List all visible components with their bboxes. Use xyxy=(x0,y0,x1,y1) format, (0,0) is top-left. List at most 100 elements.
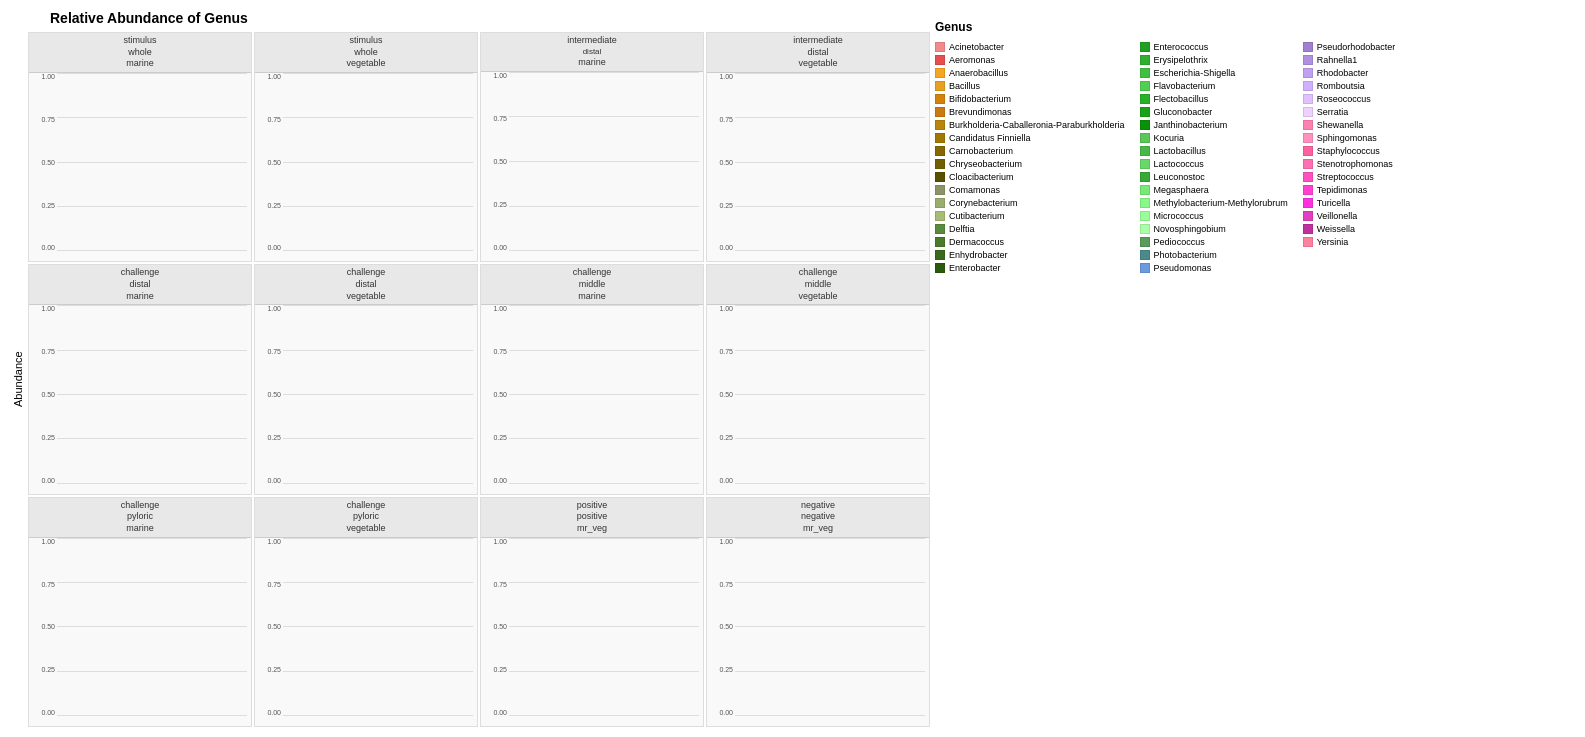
legend-label: Corynebacterium xyxy=(949,198,1018,208)
legend-item: Turicella xyxy=(1303,198,1443,208)
legend-label: Weissella xyxy=(1317,224,1355,234)
legend-swatch xyxy=(1303,120,1313,130)
legend-item: Burkholderia-Caballeronia-Paraburkholder… xyxy=(935,120,1125,130)
legend-label: Enterobacter xyxy=(949,263,1001,273)
legend-label: Delftia xyxy=(949,224,975,234)
legend-swatch xyxy=(935,133,945,143)
legend-swatch xyxy=(1140,120,1150,130)
legend-item: Rahnella1 xyxy=(1303,55,1443,65)
legend-swatch xyxy=(1140,81,1150,91)
legend-label: Flectobacillus xyxy=(1154,94,1209,104)
bar-chart-r3c3: 1.000.750.500.250.00 xyxy=(481,538,703,726)
legend-item: Anaerobacillus xyxy=(935,68,1125,78)
legend-swatch xyxy=(935,224,945,234)
legend-item: Kocuria xyxy=(1140,133,1288,143)
legend-swatch xyxy=(1303,211,1313,221)
bars-r1c1 xyxy=(57,75,247,251)
legend-item: Stenotrophomonas xyxy=(1303,159,1443,169)
legend-item: Delftia xyxy=(935,224,1125,234)
legend-label: Chryseobacterium xyxy=(949,159,1022,169)
legend-columns: AcinetobacterAeromonasAnaerobacillusBaci… xyxy=(935,42,1570,273)
legend-col-2: EnterococcusErysipelothrixEscherichia-Sh… xyxy=(1140,42,1288,273)
legend-swatch xyxy=(935,94,945,104)
legend-item: Dermacoccus xyxy=(935,237,1125,247)
legend-label: Gluconobacter xyxy=(1154,107,1213,117)
legend-item: Enterococcus xyxy=(1140,42,1288,52)
legend-item: Flectobacillus xyxy=(1140,94,1288,104)
legend-swatch xyxy=(1140,250,1150,260)
legend-label: Methylobacterium-Methylorubrum xyxy=(1154,198,1288,208)
panel-header-r1c2: stimulus whole vegetable xyxy=(255,33,477,73)
legend-label: Bifidobacterium xyxy=(949,94,1011,104)
legend-swatch xyxy=(1303,146,1313,156)
legend-label: Tepidimonas xyxy=(1317,185,1368,195)
legend-swatch xyxy=(935,107,945,117)
panel-r3c3: positive positive mr_veg 1.000.750.500.2… xyxy=(480,497,704,727)
legend-label: Anaerobacillus xyxy=(949,68,1008,78)
legend-label: Enhydrobacter xyxy=(949,250,1008,260)
legend-swatch xyxy=(935,42,945,52)
legend-label: Burkholderia-Caballeronia-Paraburkholder… xyxy=(949,120,1125,130)
legend-item: Novosphingobium xyxy=(1140,224,1288,234)
legend-label: Cloacibacterium xyxy=(949,172,1014,182)
legend-swatch xyxy=(1303,107,1313,117)
legend-swatch xyxy=(935,237,945,247)
bar-chart-r1c3: 1.000.750.500.250.00 xyxy=(481,72,703,262)
panel-r1c2: stimulus whole vegetable 1.000.750.500.2… xyxy=(254,32,478,262)
legend-swatch xyxy=(1303,185,1313,195)
legend-label: Lactococcus xyxy=(1154,159,1204,169)
legend-item: Bifidobacterium xyxy=(935,94,1125,104)
legend-swatch xyxy=(1303,94,1313,104)
legend-swatch xyxy=(1303,172,1313,182)
panel-r3c1: challenge pyloric marine 1.000.750.500.2… xyxy=(28,497,252,727)
legend-label: Bacillus xyxy=(949,81,980,91)
legend-swatch xyxy=(1303,237,1313,247)
legend-label: Veillonella xyxy=(1317,211,1358,221)
legend-label: Dermacoccus xyxy=(949,237,1004,247)
legend-item: Serratia xyxy=(1303,107,1443,117)
chart-area: Relative Abundance of Genus Abundance st… xyxy=(10,10,930,727)
legend-swatch xyxy=(1303,198,1313,208)
panel-header-r1c1: stimulus whole marine xyxy=(29,33,251,73)
panel-r1c3: intermediate distal marine 1.000.750.500… xyxy=(480,32,704,262)
legend-swatch xyxy=(935,146,945,156)
legend-item: Pediococcus xyxy=(1140,237,1288,247)
legend-item: Lactococcus xyxy=(1140,159,1288,169)
legend-label: Brevundimonas xyxy=(949,107,1012,117)
legend-swatch xyxy=(1140,172,1150,182)
chart-title: Relative Abundance of Genus xyxy=(10,10,930,26)
main-container: Relative Abundance of Genus Abundance st… xyxy=(0,0,1585,737)
panel-header-r1c3: intermediate distal marine xyxy=(481,33,703,72)
legend-label: Acinetobacter xyxy=(949,42,1004,52)
legend-swatch xyxy=(1303,68,1313,78)
legend-item: Sphingomonas xyxy=(1303,133,1443,143)
legend-swatch xyxy=(1303,81,1313,91)
legend-swatch xyxy=(1140,159,1150,169)
legend-label: Yersinia xyxy=(1317,237,1349,247)
legend-swatch xyxy=(1303,133,1313,143)
legend-item: Flavobacterium xyxy=(1140,81,1288,91)
legend-swatch xyxy=(1303,55,1313,65)
legend-item: Cloacibacterium xyxy=(935,172,1125,182)
legend-label: Cutibacterium xyxy=(949,211,1005,221)
legend-swatch xyxy=(1140,133,1150,143)
legend-item: Methylobacterium-Methylorubrum xyxy=(1140,198,1288,208)
panel-header-r2c1: challenge distal marine xyxy=(29,265,251,305)
bar-chart-r2c4: 1.000.750.500.250.00 xyxy=(707,305,929,493)
legend-label: Candidatus Finniella xyxy=(949,133,1031,143)
legend-label: Romboutsia xyxy=(1317,81,1365,91)
panel-r3c4: negative negative mr_veg 1.000.750.500.2… xyxy=(706,497,930,727)
legend-area: Genus AcinetobacterAeromonasAnaerobacill… xyxy=(930,10,1575,727)
panel-header-r3c2: challenge pyloric vegetable xyxy=(255,498,477,538)
legend-swatch xyxy=(1140,224,1150,234)
legend-item: Candidatus Finniella xyxy=(935,133,1125,143)
panel-header-r3c3: positive positive mr_veg xyxy=(481,498,703,538)
legend-item: Romboutsia xyxy=(1303,81,1443,91)
legend-item: Shewanella xyxy=(1303,120,1443,130)
legend-swatch xyxy=(935,198,945,208)
legend-title: Genus xyxy=(935,20,1570,34)
legend-swatch xyxy=(1140,237,1150,247)
legend-swatch xyxy=(935,120,945,130)
legend-item: Micrococcus xyxy=(1140,211,1288,221)
legend-item: Brevundimonas xyxy=(935,107,1125,117)
